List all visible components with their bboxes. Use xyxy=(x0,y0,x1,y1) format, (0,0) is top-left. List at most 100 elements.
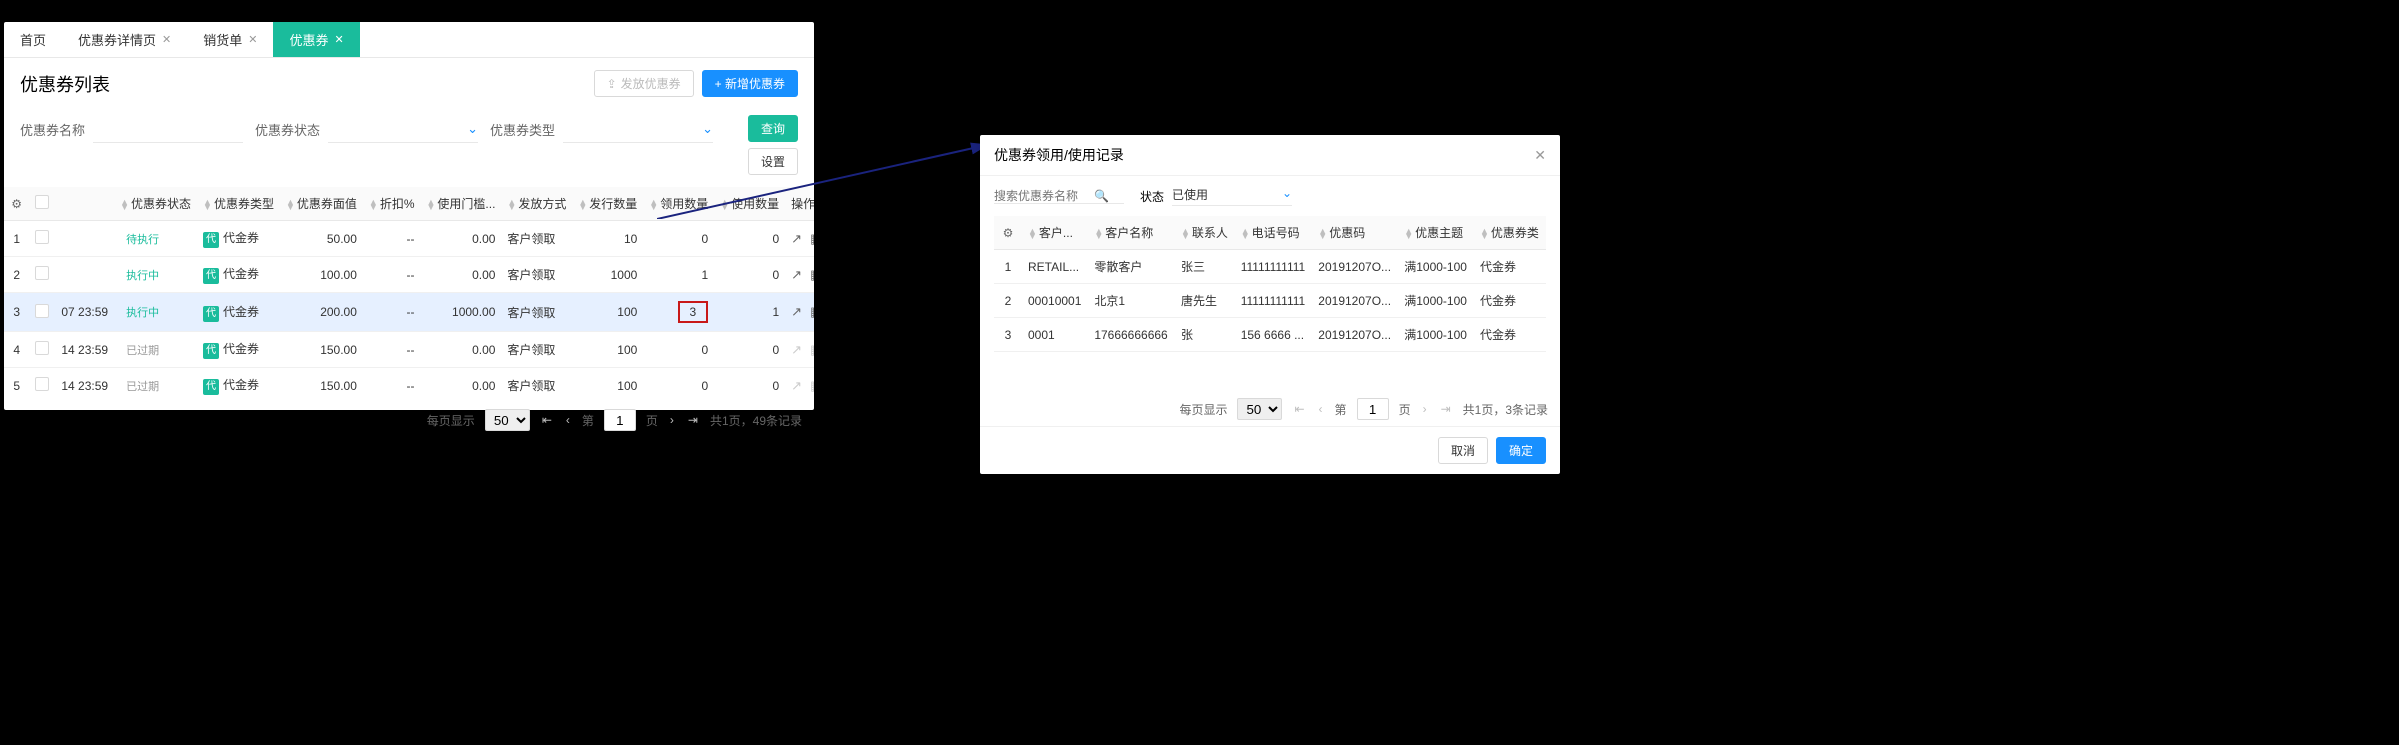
last-page-button[interactable]: ⇥ xyxy=(686,411,700,429)
per-page-select[interactable]: 50 xyxy=(1237,398,1282,420)
pagination-summary: 共1页，49条记录 xyxy=(710,412,802,429)
col-topic[interactable]: ▲▼优惠主题 xyxy=(1398,216,1474,250)
status-badge: 已过期 xyxy=(120,341,165,359)
row-checkbox[interactable] xyxy=(35,230,49,244)
modal-state-filter: 状态 已使用 ⌄ xyxy=(1140,186,1292,206)
main-panel: 首页 优惠券详情页✕ 销货单✕ 优惠券✕ 优惠券列表 ⇪发放优惠券 + 新增优惠… xyxy=(4,22,814,410)
col-issued[interactable]: ▲▼发行数量 xyxy=(572,187,643,221)
claimed-count[interactable]: 0 xyxy=(643,221,714,257)
claimed-count[interactable]: 1 xyxy=(643,257,714,293)
col-customer-name[interactable]: ▲▼客户名称 xyxy=(1088,216,1175,250)
close-icon[interactable]: ✕ xyxy=(335,33,344,46)
query-button[interactable]: 查询 xyxy=(748,115,798,142)
external-link-icon[interactable]: ↗ xyxy=(791,304,802,320)
face-value: 50.00 xyxy=(280,221,363,257)
add-coupon-button[interactable]: + 新增优惠券 xyxy=(702,70,798,97)
per-page-select[interactable]: 50 xyxy=(485,409,530,431)
used-count: 0 xyxy=(714,368,785,404)
qrcode-icon[interactable]: ▦ xyxy=(810,267,814,283)
col-disc[interactable]: ▲▼折扣% xyxy=(363,187,421,221)
table-row[interactable]: 3 0001 17666666666 张 156 6666 ... 201912… xyxy=(994,318,1546,352)
gear-icon[interactable]: ⚙ xyxy=(11,197,22,211)
claimed-count[interactable]: 0 xyxy=(643,332,714,368)
qrcode-icon[interactable]: ▦ xyxy=(810,378,814,394)
contact: 唐先生 xyxy=(1175,284,1235,318)
qrcode-icon[interactable]: ▦ xyxy=(810,231,814,247)
col-method[interactable]: ▲▼发放方式 xyxy=(501,187,572,221)
row-number: 1 xyxy=(4,221,29,257)
col-face[interactable]: ▲▼优惠券面值 xyxy=(280,187,363,221)
col-thresh[interactable]: ▲▼使用门槛... xyxy=(420,187,501,221)
search-icon[interactable]: 🔍 xyxy=(1094,189,1109,203)
col-coupon-type[interactable]: ▲▼优惠券类 xyxy=(1474,216,1546,250)
last-page-button[interactable]: ⇥ xyxy=(1439,400,1453,418)
cancel-button[interactable]: 取消 xyxy=(1438,437,1488,464)
select-all-checkbox[interactable] xyxy=(35,195,49,209)
table-row[interactable]: 5 14 23:59 已过期 代代金券 150.00 -- 0.00 客户领取 … xyxy=(4,368,814,404)
col-used[interactable]: ▲▼使用数量 xyxy=(714,187,785,221)
page-input[interactable] xyxy=(1357,398,1389,420)
close-icon[interactable]: ✕ xyxy=(248,33,257,46)
settings-button[interactable]: 设置 xyxy=(748,148,798,175)
table-row[interactable]: 1 RETAIL... 零散客户 张三 11111111111 20191207… xyxy=(994,250,1546,284)
col-coupon-code[interactable]: ▲▼优惠码 xyxy=(1312,216,1398,250)
table-row[interactable]: 2 执行中 代代金券 100.00 -- 0.00 客户领取 1000 1 0 … xyxy=(4,257,814,293)
col-status[interactable]: ▲▼优惠券状态 xyxy=(114,187,197,221)
sort-icon: ▲▼ xyxy=(426,200,435,210)
phone: 156 6666 ... xyxy=(1235,318,1313,352)
ok-button[interactable]: 确定 xyxy=(1496,437,1546,464)
col-type[interactable]: ▲▼优惠券类型 xyxy=(197,187,280,221)
coupon-code: 20191207O... xyxy=(1312,250,1398,284)
tab-coupon[interactable]: 优惠券✕ xyxy=(273,22,359,57)
qrcode-icon[interactable]: ▦ xyxy=(810,304,814,320)
close-icon[interactable]: ✕ xyxy=(162,33,171,46)
claimed-count[interactable]: 0 xyxy=(643,368,714,404)
row-number: 5 xyxy=(4,368,29,404)
qrcode-icon[interactable]: ▦ xyxy=(810,342,814,358)
threshold: 1000.00 xyxy=(420,293,501,332)
table-row[interactable]: 2 00010001 北京1 唐先生 11111111111 20191207O… xyxy=(994,284,1546,318)
tab-sales[interactable]: 销货单✕ xyxy=(187,22,273,57)
close-icon[interactable]: ✕ xyxy=(1534,147,1546,164)
table-row[interactable]: 1 待执行 代代金券 50.00 -- 0.00 客户领取 10 0 0 ↗ ▦ xyxy=(4,221,814,257)
claimed-count-highlighted[interactable]: 3 xyxy=(678,301,709,323)
coupon-name-input[interactable] xyxy=(93,115,243,143)
table-row[interactable]: 3 07 23:59 执行中 代代金券 200.00 -- 1000.00 客户… xyxy=(4,293,814,332)
next-page-button[interactable]: › xyxy=(1421,400,1429,418)
prev-page-button[interactable]: ‹ xyxy=(1317,400,1325,418)
modal-search-input[interactable] xyxy=(994,189,1094,203)
row-checkbox[interactable] xyxy=(35,341,49,355)
tab-coupon-detail[interactable]: 优惠券详情页✕ xyxy=(62,22,187,57)
row-checkbox[interactable] xyxy=(35,304,49,318)
col-claimed[interactable]: ▲▼领用数量 xyxy=(643,187,714,221)
first-page-button[interactable]: ⇤ xyxy=(540,411,554,429)
table-header-row: ⚙ ▲▼优惠券状态 ▲▼优惠券类型 ▲▼优惠券面值 ▲▼折扣% ▲▼使用门槛..… xyxy=(4,187,814,221)
table-header-row: ⚙ ▲▼客户... ▲▼客户名称 ▲▼联系人 ▲▼电话号码 ▲▼优惠码 ▲▼优惠… xyxy=(994,216,1546,250)
row-timestamp xyxy=(55,221,114,257)
col-contact[interactable]: ▲▼联系人 xyxy=(1175,216,1235,250)
external-link-icon[interactable]: ↗ xyxy=(791,342,802,358)
col-customer-code[interactable]: ▲▼客户... xyxy=(1022,216,1088,250)
distribute-coupon-button[interactable]: ⇪发放优惠券 xyxy=(594,70,694,97)
tab-home[interactable]: 首页 xyxy=(4,22,62,57)
page-input[interactable] xyxy=(604,409,636,431)
coupon-type: 代金券 xyxy=(223,342,259,356)
next-page-button[interactable]: › xyxy=(668,411,676,429)
claimed-count[interactable]: 3 xyxy=(643,293,714,332)
prev-page-button[interactable]: ‹ xyxy=(564,411,572,429)
coupon-status-select[interactable]: ⌄ xyxy=(328,115,478,143)
coupon-type-select[interactable]: ⌄ xyxy=(563,115,713,143)
col-phone[interactable]: ▲▼电话号码 xyxy=(1235,216,1313,250)
row-checkbox[interactable] xyxy=(35,377,49,391)
gear-icon[interactable]: ⚙ xyxy=(1003,226,1014,240)
sort-icon: ▲▼ xyxy=(120,200,129,210)
external-link-icon[interactable]: ↗ xyxy=(791,378,802,394)
state-select[interactable]: 已使用 ⌄ xyxy=(1172,186,1292,206)
external-link-icon[interactable]: ↗ xyxy=(791,231,802,247)
first-page-button[interactable]: ⇤ xyxy=(1292,400,1306,418)
chevron-down-icon: ⌄ xyxy=(702,121,713,137)
row-checkbox[interactable] xyxy=(35,266,49,280)
external-link-icon[interactable]: ↗ xyxy=(791,267,802,283)
table-row[interactable]: 4 14 23:59 已过期 代代金券 150.00 -- 0.00 客户领取 … xyxy=(4,332,814,368)
filter-row: 优惠券名称 优惠券状态 ⌄ 优惠券类型 ⌄ 查询 设置 xyxy=(4,107,814,187)
